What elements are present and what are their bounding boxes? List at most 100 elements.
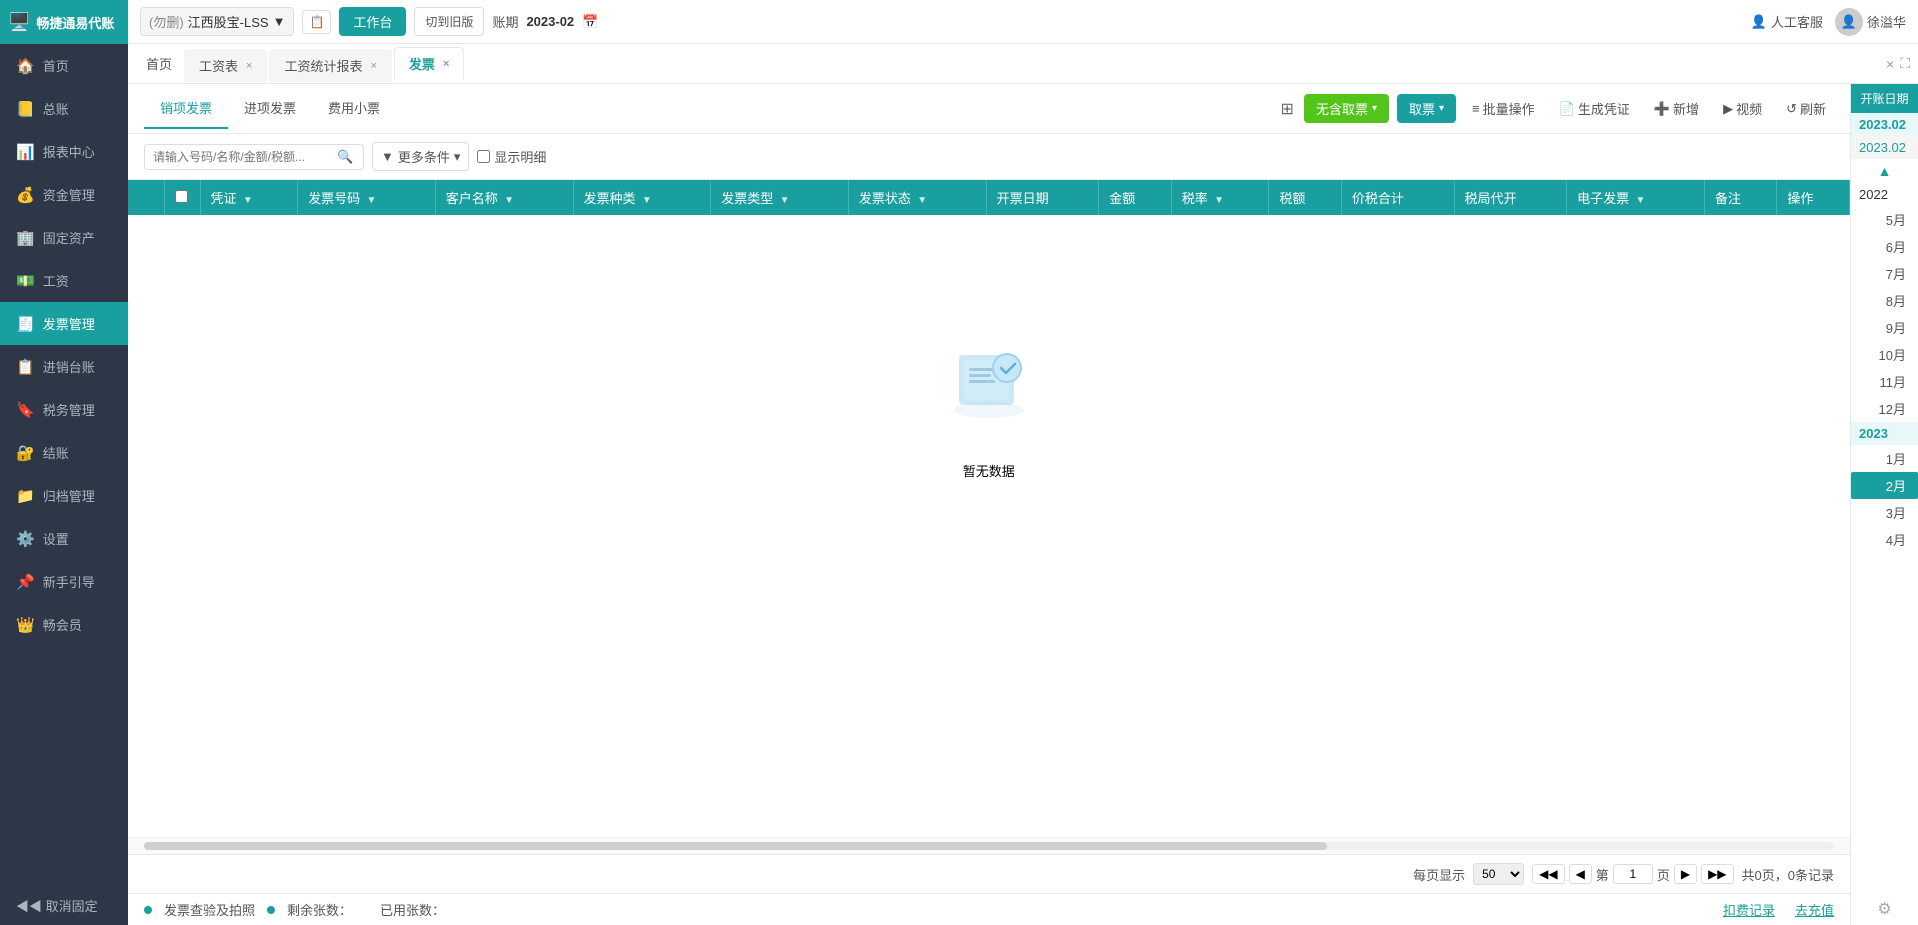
recharge-record-link[interactable]: 扣费记录 [1723, 900, 1775, 919]
funds-icon: 💰 [16, 186, 35, 204]
sidebar-item-label: 设置 [43, 529, 69, 548]
month-2023-02[interactable]: 2月 [1851, 472, 1918, 499]
last-page-button[interactable]: ▶▶ [1701, 864, 1733, 884]
year-2023-02-first[interactable]: 2023.02 [1851, 113, 1918, 136]
sidebar-item-assets[interactable]: 🏢 固定资产 [0, 216, 128, 259]
search-box[interactable]: 🔍 [144, 144, 364, 170]
gen-voucher-button[interactable]: 📄 生成凭证 [1551, 95, 1638, 122]
sidebar-item-label: 畅会员 [43, 615, 82, 634]
h-scrollbar-track[interactable] [144, 842, 1834, 850]
h-scrollbar[interactable] [128, 837, 1850, 854]
batch-op-button[interactable]: ≡ 批量操作 [1464, 95, 1543, 122]
sub-tab-sales[interactable]: 销项发票 [144, 88, 228, 129]
month-2022-12[interactable]: 12月 [1851, 395, 1918, 422]
next-page-button[interactable]: ▶ [1674, 864, 1697, 884]
total-text: 共0页，0条记录 [1742, 865, 1834, 884]
month-2023-04[interactable]: 4月 [1851, 526, 1918, 553]
per-page-select[interactable]: 50 100 200 [1473, 863, 1524, 885]
page-number-input[interactable] [1613, 864, 1653, 884]
tab-bar-close-button[interactable]: × [1886, 55, 1894, 72]
h-scrollbar-thumb[interactable] [144, 842, 1327, 850]
sidebar-item-payroll[interactable]: 💵 工资 [0, 259, 128, 302]
month-2022-07[interactable]: 7月 [1851, 260, 1918, 287]
video-button[interactable]: ▶ 视频 [1715, 95, 1770, 122]
sub-tab-expense[interactable]: 费用小票 [312, 88, 396, 129]
customer-service-button[interactable]: 👤 人工客服 [1751, 12, 1823, 31]
filter-label: 更多条件 [398, 147, 450, 166]
tab-bar-expand-button[interactable]: ⛶ [1900, 55, 1910, 72]
take-button[interactable]: 取票 ▾ [1397, 94, 1456, 123]
panel-settings-icon[interactable]: ⚙ [1851, 893, 1918, 925]
month-2022-10[interactable]: 10月 [1851, 341, 1918, 368]
company-selector[interactable]: (勿删) 江西股宝-LSS ▼ [140, 7, 294, 36]
sidebar-unpin-button[interactable]: ◀◀ 取消固定 [0, 886, 128, 925]
right-panel-header[interactable]: 开账日期 [1851, 84, 1918, 113]
year-2023-02-second[interactable]: 2023.02 [1851, 136, 1918, 159]
month-2022-08[interactable]: 8月 [1851, 287, 1918, 314]
wage-report-tab-close[interactable]: × [370, 60, 376, 72]
invoice-table[interactable]: 凭证 ▼ 发票号码 ▼ 客户名称 ▼ [128, 180, 1850, 837]
invoice-type-filter-icon[interactable]: ▼ [642, 195, 652, 206]
sidebar-item-funds[interactable]: 💰 资金管理 [0, 173, 128, 216]
month-2022-06[interactable]: 6月 [1851, 233, 1918, 260]
show-detail-checkbox[interactable]: 显示明细 [477, 147, 546, 166]
month-2023-01[interactable]: 1月 [1851, 445, 1918, 472]
sidebar-item-settings[interactable]: ⚙️ 设置 [0, 517, 128, 560]
e-invoice-filter-icon[interactable]: ▼ [1636, 195, 1646, 206]
sidebar-item-member[interactable]: 👑 畅会员 [0, 603, 128, 646]
invoice-category-filter-icon[interactable]: ▼ [780, 195, 790, 206]
user-profile[interactable]: 👤 徐溢华 [1835, 8, 1906, 36]
sidebar-item-ledger[interactable]: 📒 总账 [0, 87, 128, 130]
grid-view-button[interactable]: ⊞ [1279, 97, 1296, 121]
year-2022-header[interactable]: 2022 [1851, 183, 1918, 206]
month-2022-09[interactable]: 9月 [1851, 314, 1918, 341]
show-detail-input[interactable] [477, 150, 490, 163]
tab-home[interactable]: 首页 [136, 48, 182, 79]
sidebar-item-guide[interactable]: 📌 新手引导 [0, 560, 128, 603]
sub-tab-purchase[interactable]: 进项发票 [228, 88, 312, 129]
select-all-checkbox[interactable] [175, 190, 188, 203]
sidebar-item-home[interactable]: 🏠 首页 [0, 44, 128, 87]
th-tax-total: 价税合计 [1341, 180, 1454, 215]
sidebar-item-tax[interactable]: 🔖 税务管理 [0, 388, 128, 431]
voucher-filter-icon[interactable]: ▼ [243, 195, 253, 206]
prev-page-button[interactable]: ◀ [1569, 864, 1592, 884]
sidebar-item-invoice[interactable]: 🧾 发票管理 [0, 302, 128, 345]
tab-wage-report[interactable]: 工资统计报表 × [269, 49, 391, 82]
first-page-button[interactable]: ◀◀ [1532, 864, 1564, 884]
month-2023-03[interactable]: 3月 [1851, 499, 1918, 526]
new-button[interactable]: ➕ 新增 [1646, 95, 1707, 122]
year-up-button[interactable]: ▲ [1851, 159, 1918, 183]
go-recharge-link[interactable]: 去充值 [1795, 900, 1834, 919]
tab-invoice[interactable]: 发票 × [394, 47, 464, 80]
tax-rate-filter-icon[interactable]: ▼ [1214, 195, 1224, 206]
workbench-button[interactable]: 工作台 [339, 7, 406, 36]
refresh-button[interactable]: ↺ 刷新 [1778, 95, 1834, 122]
wage-tab-close[interactable]: × [246, 60, 252, 72]
search-icon: 🔍 [337, 149, 353, 165]
th-tax: 税额 [1269, 180, 1342, 215]
sidebar-item-closing[interactable]: 🔐 结账 [0, 431, 128, 474]
customer-filter-icon[interactable]: ▼ [504, 195, 514, 206]
sidebar-item-archive[interactable]: 📁 归档管理 [0, 474, 128, 517]
sidebar-item-reports[interactable]: 📊 报表中心 [0, 130, 128, 173]
user-avatar: 👤 [1835, 8, 1863, 36]
invoice-tab-close[interactable]: × [443, 58, 449, 70]
year-2023-header[interactable]: 2023 [1851, 422, 1918, 445]
no-tax-button[interactable]: 无含取票 ▾ [1304, 94, 1389, 123]
ledger-icon: 📒 [16, 100, 35, 118]
copy-button[interactable]: 📋 [302, 10, 331, 34]
more-filter-button[interactable]: ▼ 更多条件 ▾ [372, 142, 469, 171]
month-2022-11[interactable]: 11月 [1851, 368, 1918, 395]
search-input[interactable] [153, 150, 333, 164]
page-suffix: 页 [1657, 865, 1670, 884]
sidebar-unpin-label: ◀◀ 取消固定 [16, 896, 98, 915]
month-2022-05[interactable]: 5月 [1851, 206, 1918, 233]
tab-wage[interactable]: 工资表 × [184, 49, 267, 82]
switch-version-button[interactable]: 切到旧版 [414, 7, 484, 36]
invoice-no-filter-icon[interactable]: ▼ [366, 195, 376, 206]
gen-voucher-label: 生成凭证 [1578, 99, 1630, 118]
th-check[interactable] [164, 180, 200, 215]
invoice-status-filter-icon[interactable]: ▼ [917, 195, 927, 206]
sidebar-item-sales[interactable]: 📋 进销台账 [0, 345, 128, 388]
